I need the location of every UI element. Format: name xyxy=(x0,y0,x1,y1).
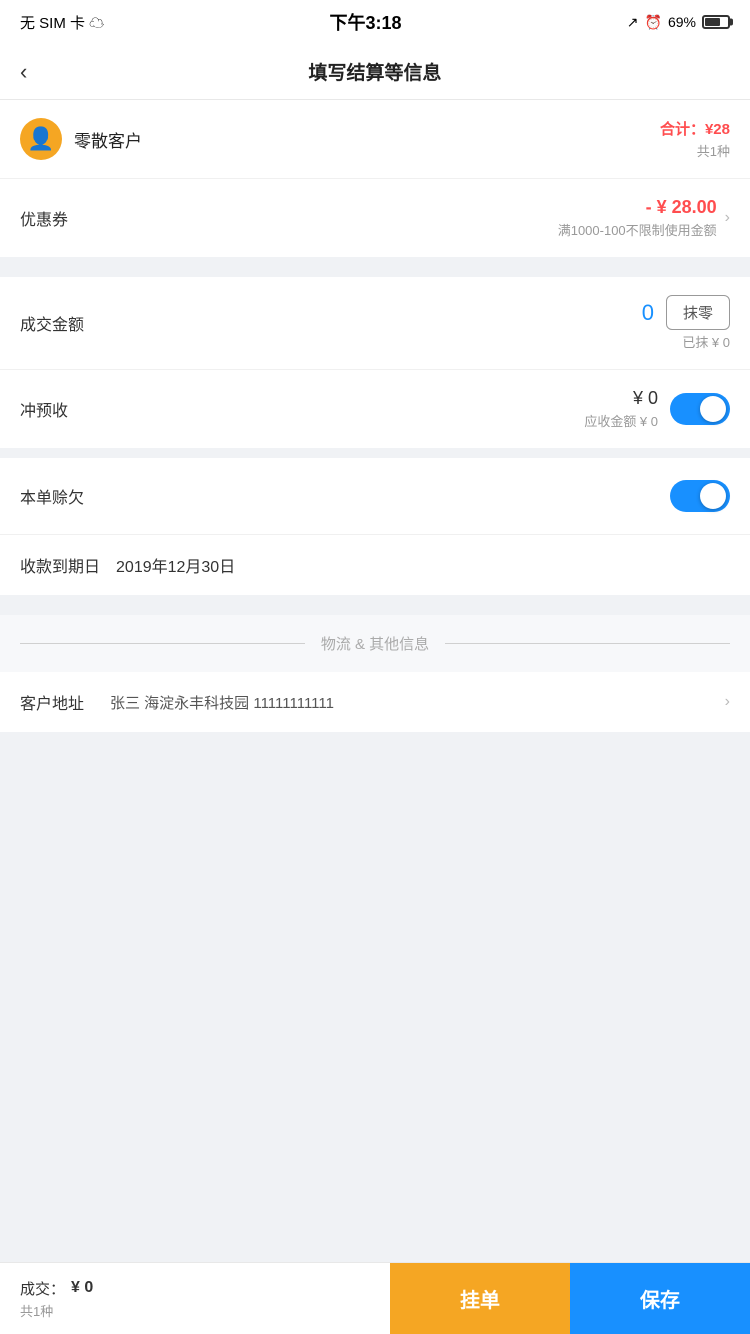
bottom-deal-label: 成交： xyxy=(20,1278,65,1299)
address-label: 客户地址 xyxy=(20,690,100,714)
bottom-deal-row: 成交： ¥ 0 xyxy=(20,1278,370,1299)
bottom-summary: 成交： ¥ 0 共1种 xyxy=(0,1278,390,1320)
transaction-section: 成交金额 0 抹零 已抹 ¥ 0 冲预收 ¥ 0 应收金额 ¥ 0 xyxy=(0,277,750,448)
bottom-count: 共1种 xyxy=(20,1301,370,1320)
coupon-description: 满1000-100不限制使用金额 xyxy=(558,220,717,239)
logistics-divider: 物流 & 其他信息 xyxy=(0,615,750,672)
round-button[interactable]: 抹零 xyxy=(666,295,730,330)
logistics-label: 物流 & 其他信息 xyxy=(321,633,429,654)
bottom-deal-amount: ¥ 0 xyxy=(71,1279,93,1297)
transaction-amount[interactable]: 0 xyxy=(642,300,654,326)
page-title: 填写结算等信息 xyxy=(308,58,441,85)
customer-left: 👤 零散客户 xyxy=(20,118,142,160)
sim-label: 无 SIM 卡 ☁ xyxy=(20,12,104,33)
debt-section: 本单赊欠 收款到期日 2019年12月30日 xyxy=(0,458,750,595)
bottom-bar: 成交： ¥ 0 共1种 挂单 保存 xyxy=(0,1262,750,1334)
duedate-row: 收款到期日 2019年12月30日 xyxy=(0,534,750,595)
customer-row: 👤 零散客户 合计：¥28 共1种 xyxy=(0,100,750,178)
status-bar: 无 SIM 卡 ☁ 下午3:18 ↗ ⏰ 69% xyxy=(0,0,750,44)
address-value: 张三 海淀永丰科技园 11111111111 xyxy=(110,692,725,713)
customer-total: 合计：¥28 共1种 xyxy=(660,118,730,160)
precollect-amount: ¥ 0 xyxy=(584,388,658,409)
transaction-sub: 已抹 ¥ 0 xyxy=(642,332,730,351)
coupon-row[interactable]: 优惠券 - ¥ 28.00 满1000-100不限制使用金额 › xyxy=(0,178,750,257)
transaction-row: 成交金额 0 抹零 已抹 ¥ 0 xyxy=(0,277,750,370)
precollect-row: 冲预收 ¥ 0 应收金额 ¥ 0 xyxy=(0,370,750,448)
chevron-right-icon: › xyxy=(725,209,730,227)
nav-bar: ‹ 填写结算等信息 xyxy=(0,44,750,100)
precollect-label: 冲预收 xyxy=(20,397,100,421)
avatar: 👤 xyxy=(20,118,62,160)
customer-name: 零散客户 xyxy=(74,127,142,152)
transaction-right: 0 抹零 已抹 ¥ 0 xyxy=(642,295,730,351)
precollect-sub: 应收金额 ¥ 0 xyxy=(584,411,658,430)
status-left: 无 SIM 卡 ☁ xyxy=(20,12,104,33)
transaction-label: 成交金额 xyxy=(20,311,100,335)
divider-line-right xyxy=(445,643,730,644)
hang-button[interactable]: 挂单 xyxy=(390,1263,570,1334)
battery-icon xyxy=(702,15,730,29)
address-row[interactable]: 客户地址 张三 海淀永丰科技园 11111111111 › xyxy=(0,672,750,732)
precollect-amounts: ¥ 0 应收金额 ¥ 0 xyxy=(584,388,658,430)
status-right: ↗ ⏰ 69% xyxy=(627,14,730,31)
transaction-amount-row: 0 抹零 xyxy=(642,295,730,330)
back-button[interactable]: ‹ xyxy=(20,61,27,83)
debt-toggle[interactable] xyxy=(670,480,730,512)
debt-row: 本单赊欠 xyxy=(0,458,750,534)
separator-3 xyxy=(0,605,750,615)
total-count: 共1种 xyxy=(660,141,730,160)
precollect-toggle[interactable] xyxy=(670,393,730,425)
precollect-right: ¥ 0 应收金额 ¥ 0 xyxy=(584,388,730,430)
coupon-discount: - ¥ 28.00 xyxy=(558,197,717,218)
total-amount-label: 合计：¥28 xyxy=(660,118,730,139)
location-icon: ↗ xyxy=(627,14,639,31)
coupon-label: 优惠券 xyxy=(20,206,68,230)
bottom-spacer xyxy=(0,732,750,804)
separator-2 xyxy=(0,448,750,458)
coupon-right: - ¥ 28.00 满1000-100不限制使用金额 › xyxy=(558,197,730,239)
duedate-value: 2019年12月30日 xyxy=(116,553,235,577)
debt-label: 本单赊欠 xyxy=(20,484,84,508)
save-button[interactable]: 保存 xyxy=(570,1263,750,1334)
customer-section: 👤 零散客户 合计：¥28 共1种 优惠券 - ¥ 28.00 满1000-10… xyxy=(0,100,750,257)
duedate-label: 收款到期日 xyxy=(20,553,100,577)
logistics-section: 物流 & 其他信息 客户地址 张三 海淀永丰科技园 11111111111 › xyxy=(0,615,750,732)
battery-percent: 69% xyxy=(668,14,696,30)
alarm-icon: ⏰ xyxy=(645,14,662,31)
status-time: 下午3:18 xyxy=(329,9,401,35)
coupon-info: - ¥ 28.00 满1000-100不限制使用金额 xyxy=(558,197,717,239)
address-chevron-icon: › xyxy=(725,693,730,711)
divider-line-left xyxy=(20,643,305,644)
separator-1 xyxy=(0,267,750,277)
